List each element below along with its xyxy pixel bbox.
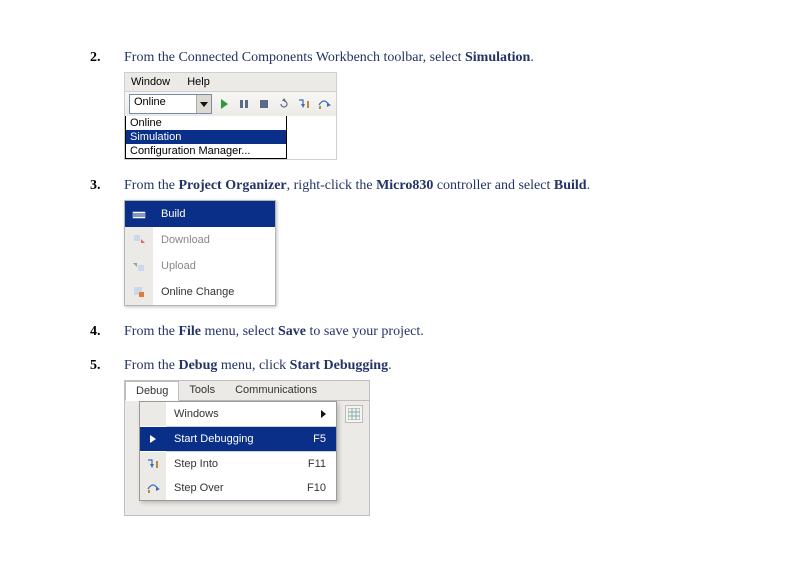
tab-debug[interactable]: Debug: [125, 381, 179, 401]
menu-item-label: Online Change: [153, 286, 275, 298]
mode-combobox[interactable]: Online: [129, 94, 212, 114]
mode-option-simulation[interactable]: Simulation: [126, 130, 286, 144]
grid-icon[interactable]: [345, 405, 363, 423]
mode-combobox-value: Online: [130, 95, 196, 113]
play-icon: [140, 427, 166, 451]
menu-item-windows[interactable]: Windows: [140, 402, 336, 426]
step-2: 2. From the Connected Components Workben…: [90, 50, 714, 160]
menu-item-start-debugging[interactable]: Start Debugging F5: [140, 427, 336, 451]
submenu-arrow-icon: [321, 410, 336, 418]
tab-tools[interactable]: Tools: [179, 381, 225, 400]
menu-item-step-over[interactable]: Step Over F10: [140, 476, 336, 500]
debug-dropdown-menu: Windows Start Debugging F5 Step: [139, 401, 337, 501]
menu-window[interactable]: Window: [131, 76, 170, 88]
step-4-text: From the File menu, select Save to save …: [124, 324, 424, 339]
menu-item-shortcut: F5: [313, 433, 336, 445]
ccw-toolbar: Window Help Online: [124, 72, 337, 160]
mode-option-config-manager[interactable]: Configuration Manager...: [126, 144, 286, 158]
step-number: 3.: [90, 178, 101, 194]
context-menu: Build Download Upload Online Change: [124, 200, 276, 306]
step-4: 4. From the File menu, select Save to sa…: [90, 324, 714, 340]
step-over-icon[interactable]: [316, 96, 332, 112]
menu-item-label: Download: [153, 234, 275, 246]
menu-item-online-change[interactable]: Online Change: [125, 279, 275, 305]
step-number: 5.: [90, 358, 101, 374]
menu-item-upload[interactable]: Upload: [125, 253, 275, 279]
stop-icon[interactable]: [256, 96, 272, 112]
step-number: 4.: [90, 324, 101, 340]
menu-item-label: Step Over: [166, 482, 307, 494]
menu-item-label: Windows: [166, 408, 321, 420]
step-number: 2.: [90, 50, 101, 66]
tab-communications[interactable]: Communications: [225, 381, 327, 400]
step-over-icon: [140, 476, 166, 500]
menu-item-shortcut: F11: [308, 458, 336, 470]
step-into-icon[interactable]: [296, 96, 312, 112]
online-change-icon: [125, 279, 153, 305]
mode-option-online[interactable]: Online: [126, 116, 286, 130]
menu-item-label: Start Debugging: [166, 433, 313, 445]
menu-item-step-into[interactable]: Step Into F11: [140, 452, 336, 476]
pause-icon[interactable]: [236, 96, 252, 112]
download-icon: [125, 227, 153, 253]
menu-item-build[interactable]: Build: [125, 201, 275, 227]
menu-item-download[interactable]: Download: [125, 227, 275, 253]
step-3-text: From the Project Organizer, right-click …: [124, 178, 590, 193]
step-into-icon: [140, 452, 166, 476]
menubar-tabs: Debug Tools Communications: [125, 381, 369, 401]
menu-item-shortcut: F10: [307, 482, 336, 494]
debug-menu-area: Debug Tools Communications Windows: [124, 380, 370, 516]
build-icon: [125, 201, 153, 227]
run-icon[interactable]: [216, 96, 232, 112]
menu-item-label: Build: [153, 208, 275, 220]
blank-icon: [140, 402, 166, 426]
step-2-text: From the Connected Components Workbench …: [124, 50, 534, 65]
menu-help[interactable]: Help: [187, 76, 210, 88]
restart-icon[interactable]: [276, 96, 292, 112]
menu-item-label: Upload: [153, 260, 275, 272]
step-5: 5. From the Debug menu, click Start Debu…: [90, 358, 714, 516]
mode-dropdown-list: Online Simulation Configuration Manager.…: [125, 116, 287, 159]
step-3: 3. From the Project Organizer, right-cli…: [90, 178, 714, 306]
step-5-text: From the Debug menu, click Start Debuggi…: [124, 358, 392, 373]
menu-item-label: Step Into: [166, 458, 308, 470]
chevron-down-icon[interactable]: [196, 95, 211, 113]
upload-icon: [125, 253, 153, 279]
ccw-menubar: Window Help: [125, 73, 336, 92]
